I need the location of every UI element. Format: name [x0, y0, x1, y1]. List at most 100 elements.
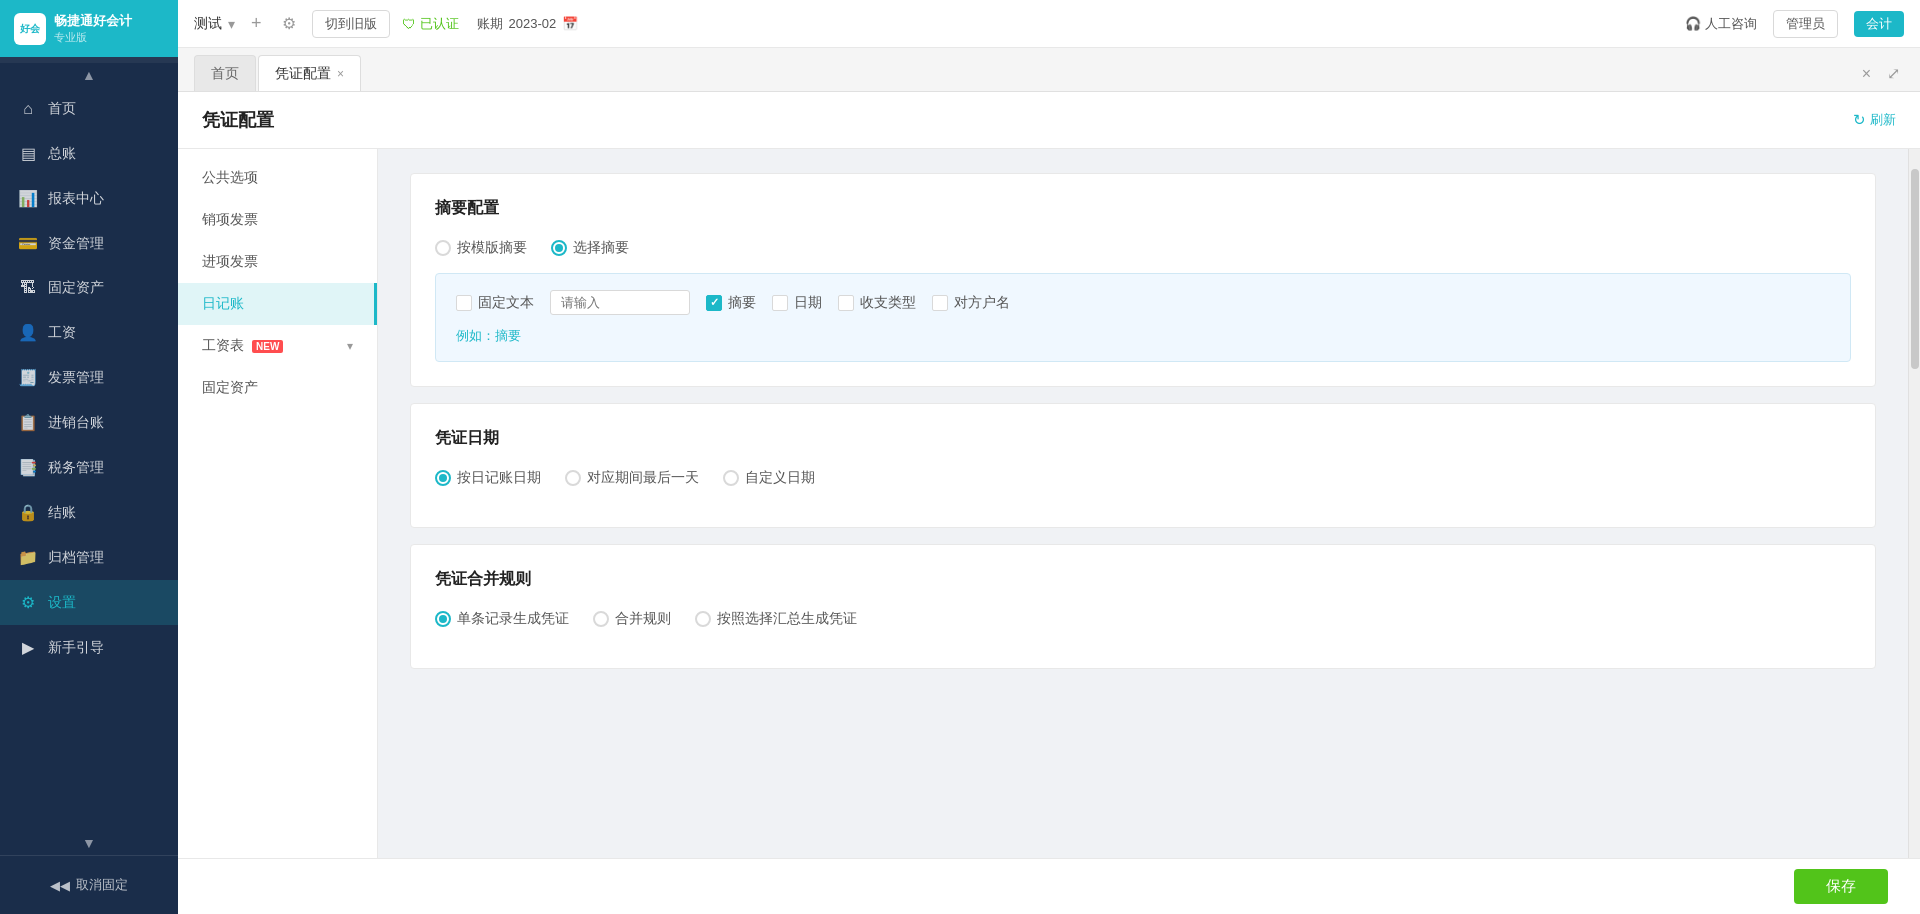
tab-close-btn[interactable]: ×: [1858, 61, 1875, 87]
radio-merge-rules[interactable]: 合并规则: [593, 610, 671, 628]
funds-icon: 💳: [18, 234, 38, 253]
sidebar-item-funds[interactable]: 💳 资金管理: [0, 221, 178, 266]
sidebar-item-label: 总账: [48, 145, 76, 163]
left-nav-payroll-table[interactable]: 工资表 NEW ▾: [178, 325, 377, 367]
date-config-section: 凭证日期 按日记账日期 对应期间最后一天: [410, 403, 1876, 528]
radio-custom-circle: [723, 470, 739, 486]
checkbox-box-unchecked: [456, 295, 472, 311]
sidebar-scroll-up[interactable]: ▲: [0, 63, 178, 87]
tab-home[interactable]: 首页: [194, 55, 256, 91]
sidebar-item-purchase-sales[interactable]: 📋 进销台账: [0, 400, 178, 445]
right-scrollbar[interactable]: [1908, 149, 1920, 858]
check-icon: ✓: [710, 296, 719, 309]
reports-icon: 📊: [18, 189, 38, 208]
company-selector[interactable]: 测试 ▾: [194, 15, 235, 33]
cancel-fixed-arrow: ◀◀: [50, 878, 70, 893]
logo-short: 好会: [20, 22, 40, 36]
settings-icon: ⚙: [18, 593, 38, 612]
shield-icon: 🛡: [402, 16, 416, 32]
sidebar-item-label: 结账: [48, 504, 76, 522]
radio-custom-date[interactable]: 自定义日期: [723, 469, 815, 487]
radio-label: 选择摘要: [573, 239, 629, 257]
left-nav-public[interactable]: 公共选项: [178, 157, 377, 199]
fixed-text-input[interactable]: [550, 290, 690, 315]
left-nav-diary[interactable]: 日记账: [178, 283, 377, 325]
user-btn[interactable]: 管理员: [1773, 10, 1838, 38]
cancel-fixed-btn[interactable]: ◀◀ 取消固定: [0, 866, 178, 904]
period-selector[interactable]: 账期 2023-02 📅: [477, 15, 579, 33]
left-nav-label: 公共选项: [202, 169, 258, 185]
summary-config-box: 固定文本 ✓ 摘要: [435, 273, 1851, 362]
settings-btn[interactable]: ⚙: [278, 10, 300, 37]
left-nav: 公共选项 销项发票 进项发票 日记账 工资表: [178, 149, 378, 858]
sidebar-item-archive[interactable]: 📁 归档管理: [0, 535, 178, 580]
add-company-btn[interactable]: +: [247, 9, 266, 38]
sidebar-item-label: 首页: [48, 100, 76, 118]
archive-icon: 📁: [18, 548, 38, 567]
sidebar-item-label: 报表中心: [48, 190, 104, 208]
checkbox-income-type[interactable]: 收支类型: [838, 294, 916, 312]
topbar-right: 🎧 人工咨询 管理员 会计: [1685, 10, 1904, 38]
sidebar-scroll-down[interactable]: ▼: [0, 831, 178, 855]
radio-diary-circle: [435, 470, 451, 486]
sidebar-item-home[interactable]: ⌂ 首页: [0, 87, 178, 131]
tab-home-label: 首页: [211, 65, 239, 83]
merge-config-section: 凭证合并规则 单条记录生成凭证 合并规则: [410, 544, 1876, 669]
checkbox-fixed-text[interactable]: 固定文本: [456, 294, 534, 312]
date-section-title: 凭证日期: [435, 428, 1851, 449]
bottom-bar: 保存: [178, 858, 1920, 914]
sidebar-item-guide[interactable]: ▶ 新手引导: [0, 625, 178, 670]
radio-period-last[interactable]: 对应期间最后一天: [565, 469, 699, 487]
certified-badge: 🛡 已认证: [402, 15, 459, 33]
radio-period-circle: [565, 470, 581, 486]
summary-config-row: 固定文本 ✓ 摘要: [456, 290, 1830, 315]
sidebar-logo[interactable]: 好会 畅捷通好会计 专业版: [0, 0, 178, 57]
checkbox-date-label: 日期: [794, 294, 822, 312]
radio-summary-generate[interactable]: 按照选择汇总生成凭证: [695, 610, 857, 628]
tabbar-right-icons: × ⤢: [1858, 60, 1904, 91]
sidebar-item-assets[interactable]: 🏗 固定资产: [0, 266, 178, 310]
checkbox-date-box: [772, 295, 788, 311]
tab-close-icon[interactable]: ×: [337, 67, 344, 81]
tabbar: 首页 凭证配置 × × ⤢: [178, 48, 1920, 92]
left-nav-sales-invoice[interactable]: 销项发票: [178, 199, 377, 241]
radio-single-record[interactable]: 单条记录生成凭证: [435, 610, 569, 628]
sidebar-item-closing[interactable]: 🔒 结账: [0, 490, 178, 535]
radio-label: 按模版摘要: [457, 239, 527, 257]
company-arrow: ▾: [228, 16, 235, 32]
checkbox-counterpart[interactable]: 对方户名: [932, 294, 1010, 312]
old-version-btn[interactable]: 切到旧版: [312, 10, 390, 38]
checkbox-date[interactable]: 日期: [772, 294, 822, 312]
sidebar-item-ledger[interactable]: ▤ 总账: [0, 131, 178, 176]
sidebar-item-label: 工资: [48, 324, 76, 342]
sidebar-item-reports[interactable]: 📊 报表中心: [0, 176, 178, 221]
save-btn[interactable]: 保存: [1794, 869, 1888, 904]
radio-diary-date[interactable]: 按日记账日期: [435, 469, 541, 487]
scrollbar-thumb: [1911, 169, 1919, 369]
sidebar-item-tax[interactable]: 📑 税务管理: [0, 445, 178, 490]
left-nav-fixed-assets[interactable]: 固定资产: [178, 367, 377, 409]
purchase-sales-icon: 📋: [18, 413, 38, 432]
radio-template-summary[interactable]: 按模版摘要: [435, 239, 527, 257]
logo-text: 畅捷通好会计 专业版: [54, 12, 132, 45]
refresh-btn[interactable]: ↻ 刷新: [1853, 111, 1896, 129]
left-nav-purchase-invoice[interactable]: 进项发票: [178, 241, 377, 283]
support-btn[interactable]: 🎧 人工咨询: [1685, 15, 1757, 33]
checkbox-summary[interactable]: ✓ 摘要: [706, 294, 756, 312]
sidebar-item-payroll[interactable]: 👤 工资: [0, 310, 178, 355]
example-text: 例如：摘要: [456, 327, 1830, 345]
left-nav-label: 工资表: [202, 337, 244, 355]
sidebar-item-invoices[interactable]: 🧾 发票管理: [0, 355, 178, 400]
radio-summary-label: 按照选择汇总生成凭证: [717, 610, 857, 628]
page-header: 凭证配置 ↻ 刷新: [178, 92, 1920, 149]
new-badge: NEW: [252, 340, 283, 353]
example-prefix: 例如：: [456, 328, 495, 343]
date-radio-group: 按日记账日期 对应期间最后一天 自定义日期: [435, 469, 1851, 487]
accountant-btn[interactable]: 会计: [1854, 11, 1904, 37]
radio-select-summary[interactable]: 选择摘要: [551, 239, 629, 257]
checkbox-counterpart-box: [932, 295, 948, 311]
tab-voucher-config[interactable]: 凭证配置 ×: [258, 55, 361, 91]
sidebar-item-label: 设置: [48, 594, 76, 612]
sidebar-item-settings[interactable]: ⚙ 设置: [0, 580, 178, 625]
tab-expand-btn[interactable]: ⤢: [1883, 60, 1904, 87]
